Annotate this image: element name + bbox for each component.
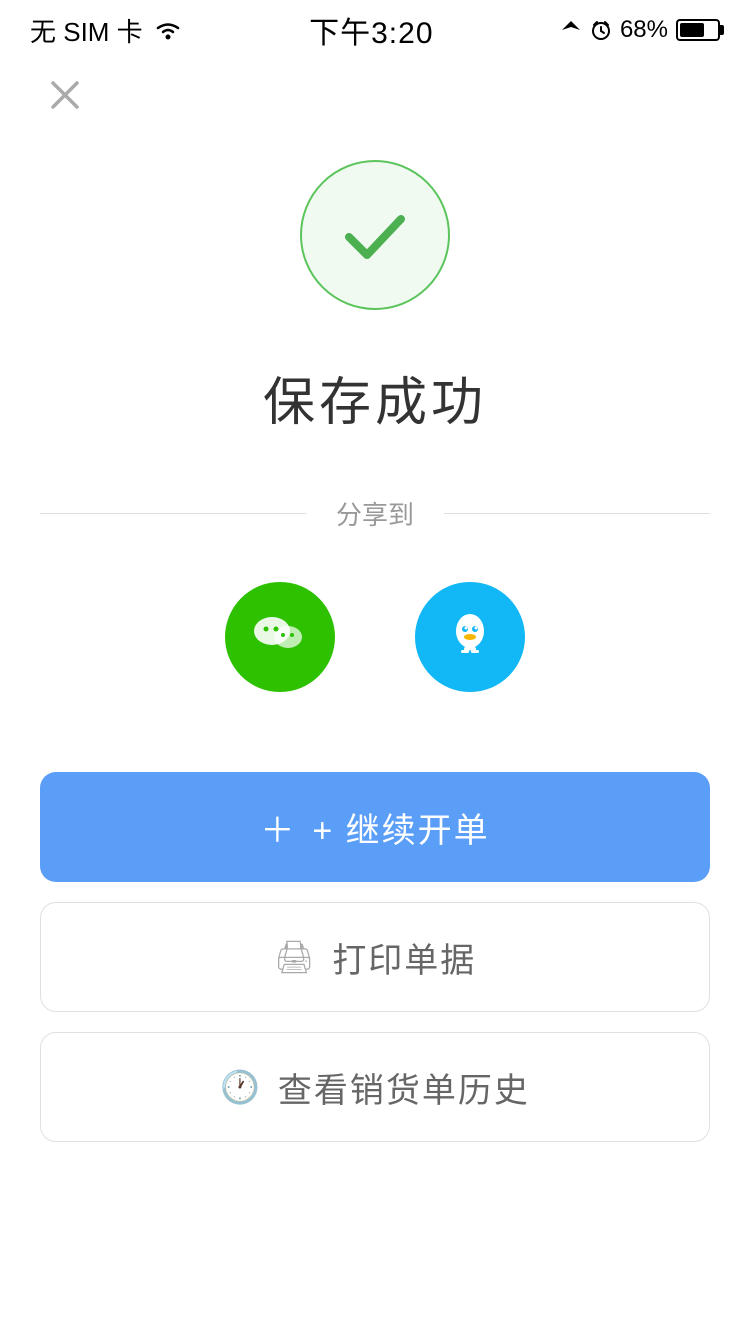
share-section: 分享到 <box>0 495 750 532</box>
battery-label: 68% <box>620 16 668 44</box>
print-label: 打印单据 <box>332 933 476 982</box>
sim-label: 无 SIM 卡 <box>30 12 143 49</box>
divider-left <box>40 513 306 514</box>
printer-icon: 🖨 <box>274 938 317 976</box>
qq-share-button[interactable] <box>415 582 525 692</box>
action-buttons: ＋ + 继续开单 🖨 打印单据 🕐 查看销货单历史 <box>0 772 750 1142</box>
battery-indicator <box>676 19 720 41</box>
clock-icon: 🕐 <box>220 1068 262 1106</box>
close-button[interactable] <box>40 70 90 120</box>
status-bar: 无 SIM 卡 下午3:20 68% <box>0 0 750 60</box>
history-label: 查看销货单历史 <box>278 1063 530 1112</box>
checkmark-icon <box>335 195 415 275</box>
main-content: 保存成功 分享到 <box>0 60 750 1142</box>
continue-label: + 继续开单 <box>312 803 489 852</box>
wechat-icon <box>246 603 314 671</box>
print-button[interactable]: 🖨 打印单据 <box>40 902 710 1012</box>
qq-icon <box>436 603 504 671</box>
divider-right <box>444 513 710 514</box>
wechat-share-button[interactable] <box>225 582 335 692</box>
alarm-icon <box>590 19 612 41</box>
location-icon <box>560 19 582 41</box>
status-time: 下午3:20 <box>309 8 433 52</box>
status-left: 无 SIM 卡 <box>30 12 183 49</box>
share-icons-container <box>225 582 525 692</box>
continue-button[interactable]: ＋ + 继续开单 <box>40 772 710 882</box>
wifi-icon <box>153 19 183 41</box>
success-indicator <box>300 160 450 310</box>
plus-icon: ＋ <box>260 803 296 852</box>
history-button[interactable]: 🕐 查看销货单历史 <box>40 1032 710 1142</box>
close-icon <box>47 77 83 113</box>
status-right: 68% <box>560 16 720 44</box>
success-title: 保存成功 <box>263 360 487 435</box>
share-label: 分享到 <box>306 495 444 532</box>
